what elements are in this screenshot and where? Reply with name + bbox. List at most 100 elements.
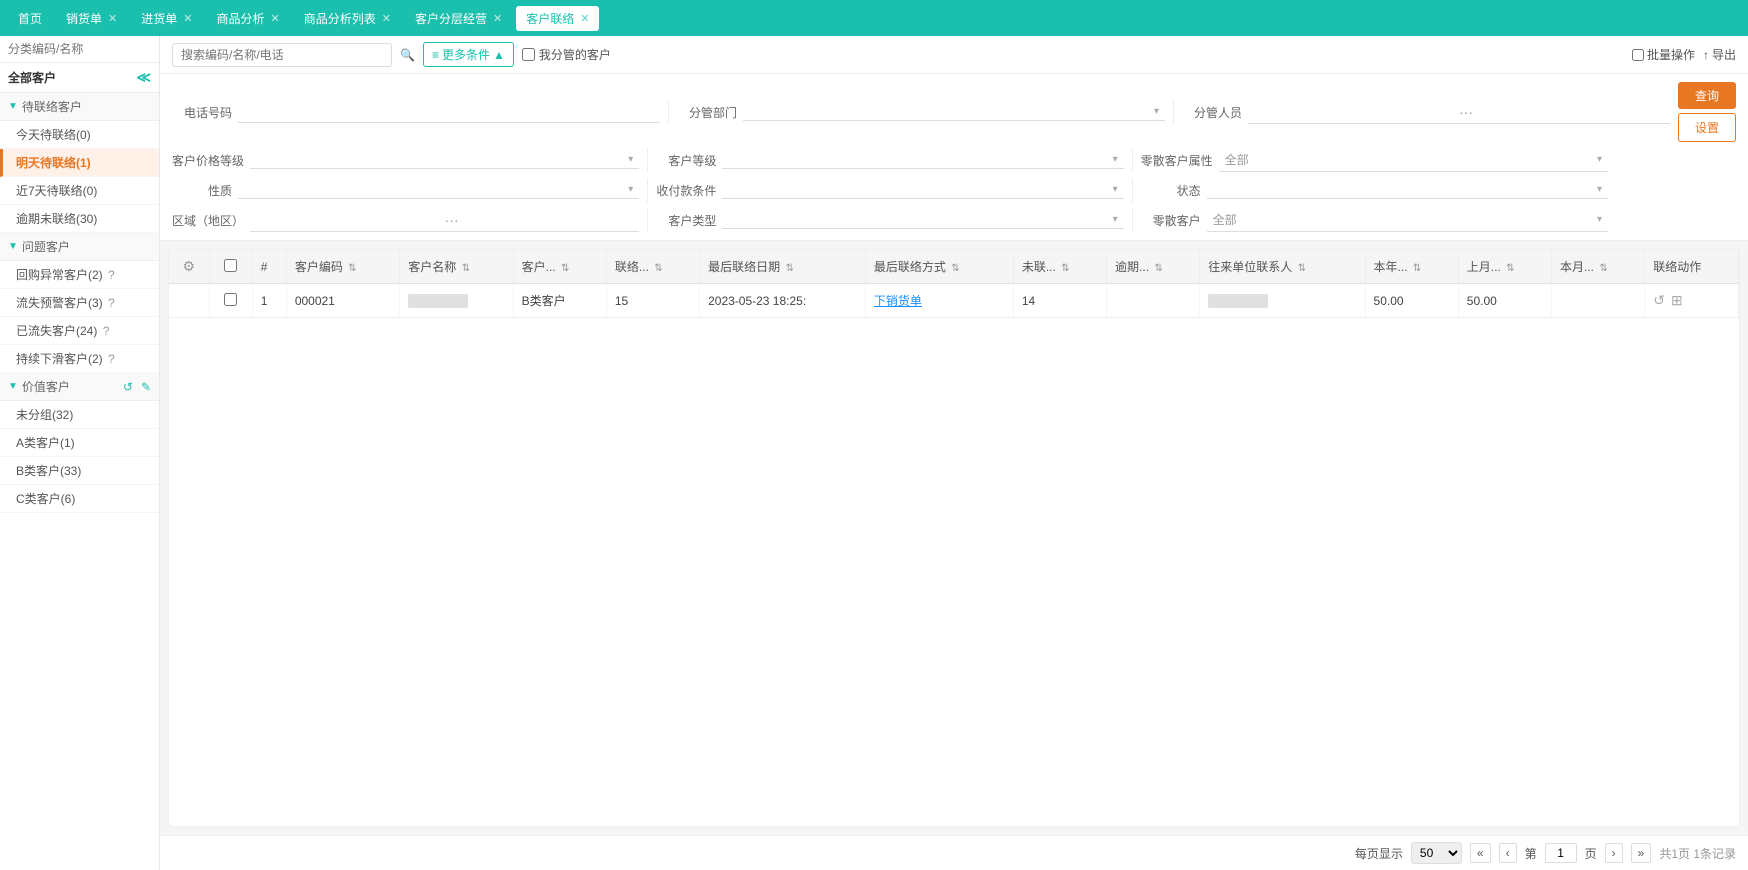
sidebar-item-lost[interactable]: 流失预警客户(3) ? — [0, 289, 159, 317]
value-refresh-icon[interactable]: ↺ — [123, 380, 133, 394]
th-this-year[interactable]: 本年... ⇅ — [1365, 250, 1458, 284]
nav-close-customer-segment[interactable]: ✕ — [493, 12, 502, 25]
sidebar-item-ungrouped[interactable]: 未分组(32) — [0, 401, 159, 429]
my-customers-label: 我分管的客户 — [539, 46, 611, 63]
th-last-month[interactable]: 上月... ⇅ — [1458, 250, 1551, 284]
nav-item-home[interactable]: 首页 — [8, 6, 52, 31]
payment-select[interactable]: ▾ — [722, 181, 1123, 199]
th-code[interactable]: 客户编码 ⇅ — [286, 250, 399, 284]
th-this-month-sort-icon[interactable]: ⇅ — [1599, 263, 1607, 274]
nav-item-analysis-list[interactable]: 商品分析列表 ✕ — [294, 6, 401, 31]
query-button[interactable]: 查询 — [1678, 82, 1736, 109]
row-refresh-icon[interactable]: ↺ — [1653, 292, 1665, 309]
table-settings-icon[interactable]: ⚙ — [182, 258, 195, 274]
filter-search-icon[interactable]: 🔍 — [400, 48, 415, 62]
settings-button[interactable]: 设置 — [1678, 113, 1736, 142]
churned-help-icon[interactable]: ? — [103, 324, 110, 338]
th-settings[interactable]: ⚙ — [169, 250, 209, 284]
sidebar-item-b-class[interactable]: B类客户(33) — [0, 457, 159, 485]
nav-item-analysis[interactable]: 商品分析 ✕ — [206, 6, 289, 31]
filter-search-input[interactable] — [172, 43, 392, 67]
sidebar-item-a-class[interactable]: A类客户(1) — [0, 429, 159, 457]
nav-item-customer-segment[interactable]: 客户分层经营 ✕ — [405, 6, 512, 31]
customer-type-select[interactable]: ▾ — [722, 211, 1123, 229]
th-this-year-sort-icon[interactable]: ⇅ — [1413, 263, 1421, 274]
th-unit-contact[interactable]: 往来单位联系人 ⇅ — [1200, 250, 1365, 284]
page-size-select[interactable]: 50 10 20 100 — [1411, 842, 1462, 864]
batch-op-btn[interactable]: 批量操作 — [1632, 46, 1695, 63]
sidebar-item-overdue[interactable]: 逾期未联络(30) — [0, 205, 159, 233]
nav-item-purchase[interactable]: 进货单 ✕ — [131, 6, 202, 31]
batch-op-checkbox[interactable] — [1632, 49, 1644, 61]
sidebar-item-tomorrow[interactable]: 明天待联络(1) — [0, 149, 159, 177]
last-page-btn[interactable]: » — [1631, 843, 1652, 863]
sidebar-item-week[interactable]: 近7天待联络(0) — [0, 177, 159, 205]
b-class-label: B类客户(33) — [16, 464, 81, 478]
value-edit-icon[interactable]: ✎ — [141, 380, 151, 394]
sidebar-item-churned[interactable]: 已流失客户(24) ? — [0, 317, 159, 345]
price-level-select[interactable]: ▾ — [250, 151, 639, 169]
next-page-btn[interactable]: › — [1605, 843, 1623, 863]
th-not-contacted-sort-icon[interactable]: ⇅ — [1061, 263, 1069, 274]
nav-close-sales[interactable]: ✕ — [108, 12, 117, 25]
manager-input-field[interactable]: ··· — [1248, 101, 1670, 124]
sidebar-item-repurchase-abnormal[interactable]: 回购异常客户(2) ? — [0, 261, 159, 289]
my-customers-checkbox-label[interactable]: 我分管的客户 — [522, 46, 611, 63]
th-name[interactable]: 客户名称 ⇅ — [400, 250, 513, 284]
th-contact[interactable]: 联络... ⇅ — [606, 250, 699, 284]
th-contact-sort-icon[interactable]: ⇅ — [654, 263, 662, 274]
th-type[interactable]: 客户... ⇅ — [513, 250, 606, 284]
dept-select[interactable]: ▾ — [743, 103, 1165, 121]
th-last-contact-method[interactable]: 最后联络方式 ⇅ — [865, 250, 1013, 284]
contact-method-link[interactable]: 下销货单 — [874, 294, 922, 308]
nav-close-customer-contact[interactable]: ✕ — [580, 12, 589, 25]
nav-close-analysis[interactable]: ✕ — [271, 12, 280, 25]
filter-more-conditions-btn[interactable]: ≡ 更多条件 ▲ — [423, 42, 514, 67]
nav-item-sales[interactable]: 销货单 ✕ — [56, 6, 127, 31]
status-select[interactable]: ▾ — [1207, 181, 1608, 199]
sidebar-search-input[interactable] — [8, 42, 160, 56]
row-checkbox[interactable] — [224, 293, 237, 306]
sidebar-section-problem[interactable]: ▼ 问题客户 — [0, 233, 159, 261]
row-grid-icon[interactable]: ⊞ — [1671, 292, 1683, 309]
sidebar-item-today[interactable]: 今天待联络(0) — [0, 121, 159, 149]
nav-close-purchase[interactable]: ✕ — [183, 12, 192, 25]
repurchase-help-icon[interactable]: ? — [108, 268, 115, 282]
th-not-contacted[interactable]: 未联... ⇅ — [1013, 250, 1106, 284]
th-code-sort-icon[interactable]: ⇅ — [348, 263, 356, 274]
sidebar-all-customers[interactable]: 全部客户 ≪ — [0, 63, 159, 93]
page-number-input[interactable] — [1545, 843, 1577, 863]
first-page-btn[interactable]: « — [1470, 843, 1491, 863]
sidebar-item-declining[interactable]: 持续下滑客户(2) ? — [0, 345, 159, 373]
select-all-checkbox[interactable] — [224, 259, 237, 272]
lost-help-icon[interactable]: ? — [108, 296, 115, 310]
th-this-month[interactable]: 本月... ⇅ — [1552, 250, 1645, 284]
phone-input[interactable] — [238, 102, 660, 123]
th-last-contact-date-sort-icon[interactable]: ⇅ — [785, 263, 793, 274]
th-unit-contact-sort-icon[interactable]: ⇅ — [1298, 263, 1306, 274]
nature-select[interactable]: ▾ — [238, 181, 639, 199]
sidebar-collapse-icon[interactable]: ≪ — [136, 69, 151, 86]
prev-page-btn[interactable]: ‹ — [1499, 843, 1517, 863]
th-overdue-sort-icon[interactable]: ⇅ — [1154, 263, 1162, 274]
sidebar-item-c-class[interactable]: C类客户(6) — [0, 485, 159, 513]
sidebar-section-pending[interactable]: ▼ 待联络客户 — [0, 93, 159, 121]
th-last-contact-method-sort-icon[interactable]: ⇅ — [951, 263, 959, 274]
region-input-field[interactable]: ··· — [250, 209, 639, 232]
sidebar-section-value[interactable]: ▼ 价值客户 ↺ ✎ — [0, 373, 159, 401]
declining-help-icon[interactable]: ? — [108, 352, 115, 366]
th-name-sort-icon[interactable]: ⇅ — [462, 263, 470, 274]
my-customers-checkbox[interactable] — [522, 48, 535, 61]
customer-level-select[interactable]: ▾ — [722, 151, 1123, 169]
th-last-contact-date[interactable]: 最后联络日期 ⇅ — [700, 250, 866, 284]
region-dots-icon[interactable]: ··· — [445, 212, 634, 228]
th-type-sort-icon[interactable]: ⇅ — [561, 263, 569, 274]
nav-item-customer-contact[interactable]: 客户联络 ✕ — [516, 6, 599, 31]
nav-close-analysis-list[interactable]: ✕ — [382, 12, 391, 25]
scattered-select[interactable]: 全部 ▾ — [1207, 208, 1608, 232]
th-last-month-sort-icon[interactable]: ⇅ — [1506, 263, 1514, 274]
manager-dots-icon[interactable]: ··· — [1459, 104, 1664, 120]
scattered-attr-select[interactable]: 全部 ▾ — [1219, 148, 1608, 172]
export-btn[interactable]: ↑ 导出 — [1703, 46, 1736, 63]
th-overdue[interactable]: 逾期... ⇅ — [1107, 250, 1200, 284]
